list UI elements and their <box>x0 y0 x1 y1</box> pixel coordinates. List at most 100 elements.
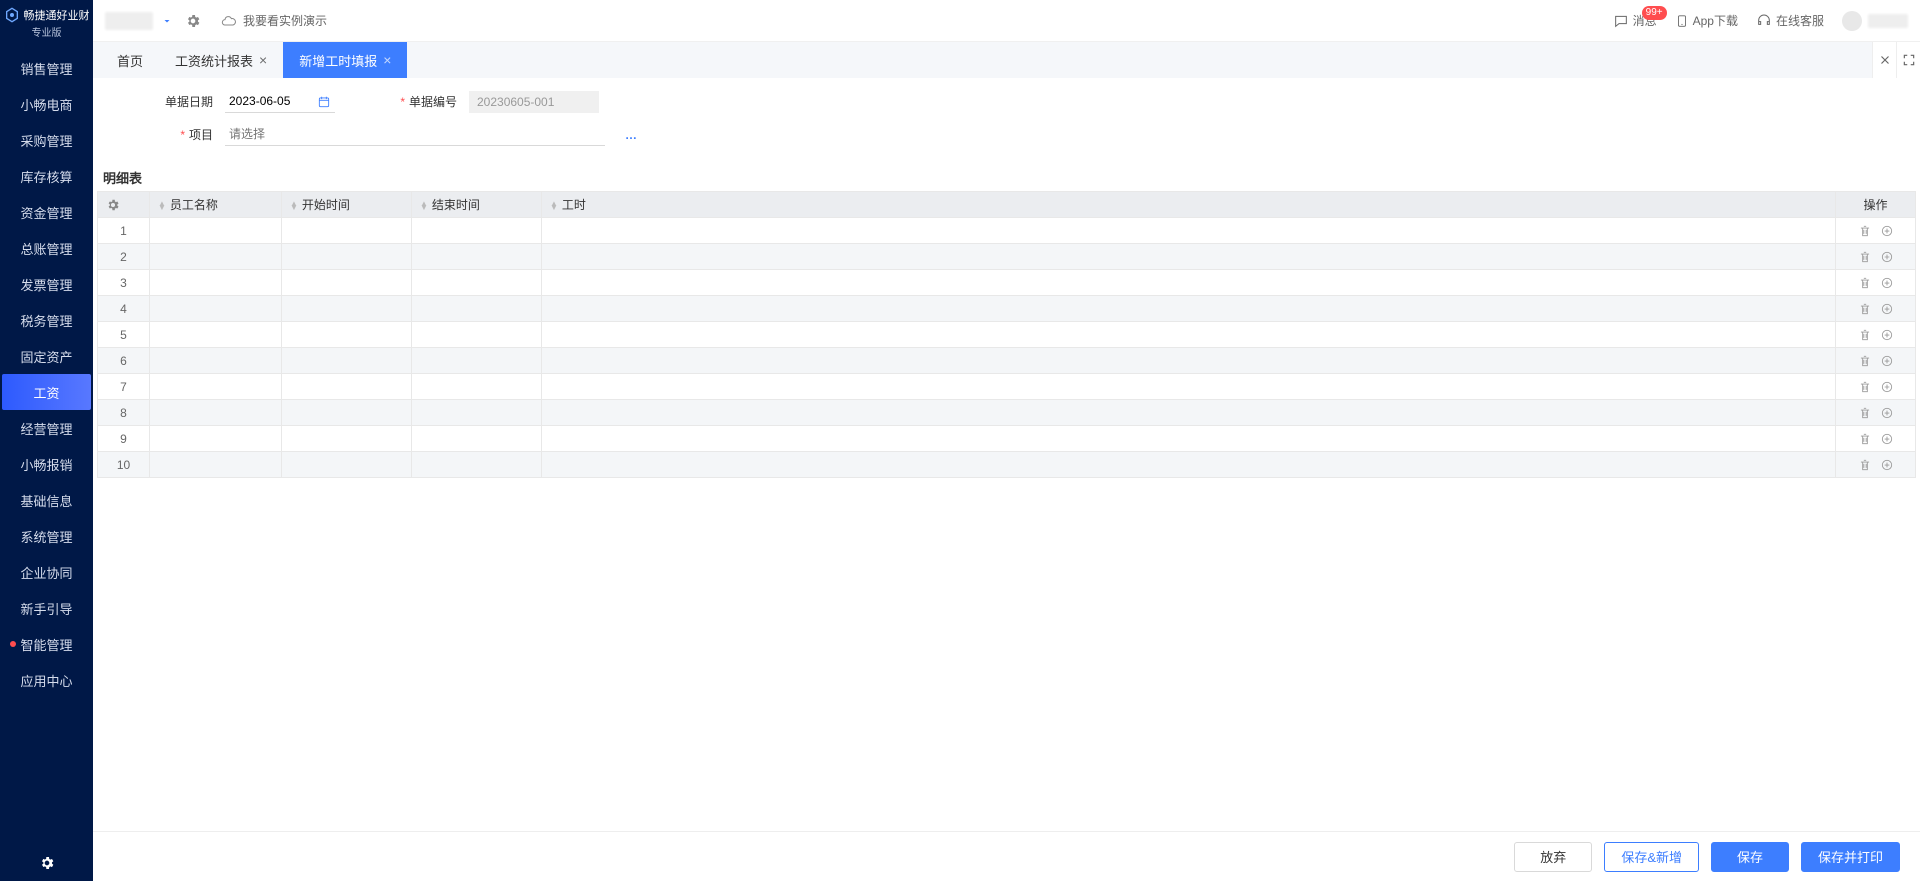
sidebar-item-17[interactable]: 应用中心 <box>0 662 93 698</box>
cell-start[interactable] <box>282 322 412 348</box>
sidebar-item-14[interactable]: 企业协同 <box>0 554 93 590</box>
cell-end[interactable] <box>412 374 542 400</box>
cell-hours[interactable] <box>542 296 1836 322</box>
cell-hours[interactable] <box>542 426 1836 452</box>
cell-end[interactable] <box>412 452 542 478</box>
online-service-button[interactable]: 在线客服 <box>1756 12 1824 29</box>
cell-start[interactable] <box>282 348 412 374</box>
row-delete-button[interactable] <box>1858 276 1872 290</box>
cell-start[interactable] <box>282 270 412 296</box>
cell-hours[interactable] <box>542 244 1836 270</box>
sidebar-item-1[interactable]: 小畅电商 <box>0 86 93 122</box>
tab-close-icon[interactable]: × <box>383 52 391 68</box>
row-delete-button[interactable] <box>1858 380 1872 394</box>
cell-hours[interactable] <box>542 270 1836 296</box>
sidebar-item-15[interactable]: 新手引导 <box>0 590 93 626</box>
save-new-button[interactable]: 保存&新增 <box>1604 842 1699 872</box>
tab-close-icon[interactable]: × <box>259 52 267 68</box>
cell-start[interactable] <box>282 374 412 400</box>
sidebar-item-5[interactable]: 总账管理 <box>0 230 93 266</box>
tab-close-all-button[interactable] <box>1872 42 1896 78</box>
row-delete-button[interactable] <box>1858 458 1872 472</box>
sidebar-item-9[interactable]: 工资 <box>2 374 91 410</box>
app-download-button[interactable]: App下载 <box>1675 12 1738 29</box>
cell-employee[interactable] <box>150 348 282 374</box>
cell-end[interactable] <box>412 426 542 452</box>
save-button[interactable]: 保存 <box>1711 842 1789 872</box>
tab-2[interactable]: 新增工时填报× <box>283 42 407 78</box>
save-print-button[interactable]: 保存并打印 <box>1801 842 1900 872</box>
cell-end[interactable] <box>412 348 542 374</box>
cell-employee[interactable] <box>150 270 282 296</box>
row-delete-button[interactable] <box>1858 328 1872 342</box>
row-add-button[interactable] <box>1880 250 1894 264</box>
col-employee[interactable]: ▲▼员工名称 <box>150 192 282 218</box>
sidebar-item-11[interactable]: 小畅报销 <box>0 446 93 482</box>
col-end[interactable]: ▲▼结束时间 <box>412 192 542 218</box>
user-avatar[interactable] <box>1842 11 1908 31</box>
row-add-button[interactable] <box>1880 276 1894 290</box>
cell-hours[interactable] <box>542 400 1836 426</box>
row-add-button[interactable] <box>1880 380 1894 394</box>
sidebar-item-7[interactable]: 税务管理 <box>0 302 93 338</box>
tab-1[interactable]: 工资统计报表× <box>159 42 283 78</box>
row-delete-button[interactable] <box>1858 250 1872 264</box>
cell-start[interactable] <box>282 244 412 270</box>
project-input[interactable] <box>225 123 605 146</box>
col-start[interactable]: ▲▼开始时间 <box>282 192 412 218</box>
cell-employee[interactable] <box>150 296 282 322</box>
cell-end[interactable] <box>412 244 542 270</box>
cell-end[interactable] <box>412 400 542 426</box>
cell-hours[interactable] <box>542 322 1836 348</box>
row-add-button[interactable] <box>1880 406 1894 420</box>
cell-start[interactable] <box>282 426 412 452</box>
row-delete-button[interactable] <box>1858 224 1872 238</box>
calendar-icon[interactable] <box>317 95 331 109</box>
row-add-button[interactable] <box>1880 328 1894 342</box>
sidebar-item-16[interactable]: 智能管理 <box>0 626 93 662</box>
row-delete-button[interactable] <box>1858 302 1872 316</box>
cell-employee[interactable] <box>150 426 282 452</box>
project-more-button[interactable]: … <box>625 128 638 142</box>
sidebar-item-6[interactable]: 发票管理 <box>0 266 93 302</box>
discard-button[interactable]: 放弃 <box>1514 842 1592 872</box>
sidebar-item-10[interactable]: 经营管理 <box>0 410 93 446</box>
cell-employee[interactable] <box>150 374 282 400</box>
col-hours[interactable]: ▲▼工时 <box>542 192 1836 218</box>
messages-button[interactable]: 消息 99+ <box>1613 12 1657 29</box>
cell-employee[interactable] <box>150 400 282 426</box>
cell-hours[interactable] <box>542 348 1836 374</box>
cell-start[interactable] <box>282 296 412 322</box>
row-add-button[interactable] <box>1880 432 1894 446</box>
cell-start[interactable] <box>282 452 412 478</box>
cell-employee[interactable] <box>150 244 282 270</box>
row-add-button[interactable] <box>1880 224 1894 238</box>
sidebar-item-12[interactable]: 基础信息 <box>0 482 93 518</box>
row-delete-button[interactable] <box>1858 406 1872 420</box>
cell-employee[interactable] <box>150 218 282 244</box>
demo-link[interactable]: 我要看实例演示 <box>221 12 327 29</box>
cell-end[interactable] <box>412 296 542 322</box>
cell-employee[interactable] <box>150 452 282 478</box>
row-delete-button[interactable] <box>1858 432 1872 446</box>
cell-end[interactable] <box>412 218 542 244</box>
row-add-button[interactable] <box>1880 354 1894 368</box>
row-add-button[interactable] <box>1880 302 1894 316</box>
sidebar-item-2[interactable]: 采购管理 <box>0 122 93 158</box>
cell-employee[interactable] <box>150 322 282 348</box>
sidebar-item-8[interactable]: 固定资产 <box>0 338 93 374</box>
sidebar-settings-button[interactable] <box>0 845 93 881</box>
cell-end[interactable] <box>412 270 542 296</box>
org-selector[interactable] <box>105 12 173 30</box>
sidebar-item-4[interactable]: 资金管理 <box>0 194 93 230</box>
org-settings-button[interactable] <box>185 13 201 29</box>
tab-0[interactable]: 首页 <box>101 42 159 78</box>
cell-hours[interactable] <box>542 374 1836 400</box>
cell-hours[interactable] <box>542 218 1836 244</box>
cell-hours[interactable] <box>542 452 1836 478</box>
sidebar-item-0[interactable]: 销售管理 <box>0 50 93 86</box>
row-add-button[interactable] <box>1880 458 1894 472</box>
cell-start[interactable] <box>282 218 412 244</box>
sidebar-item-3[interactable]: 库存核算 <box>0 158 93 194</box>
column-settings-button[interactable] <box>98 192 150 218</box>
